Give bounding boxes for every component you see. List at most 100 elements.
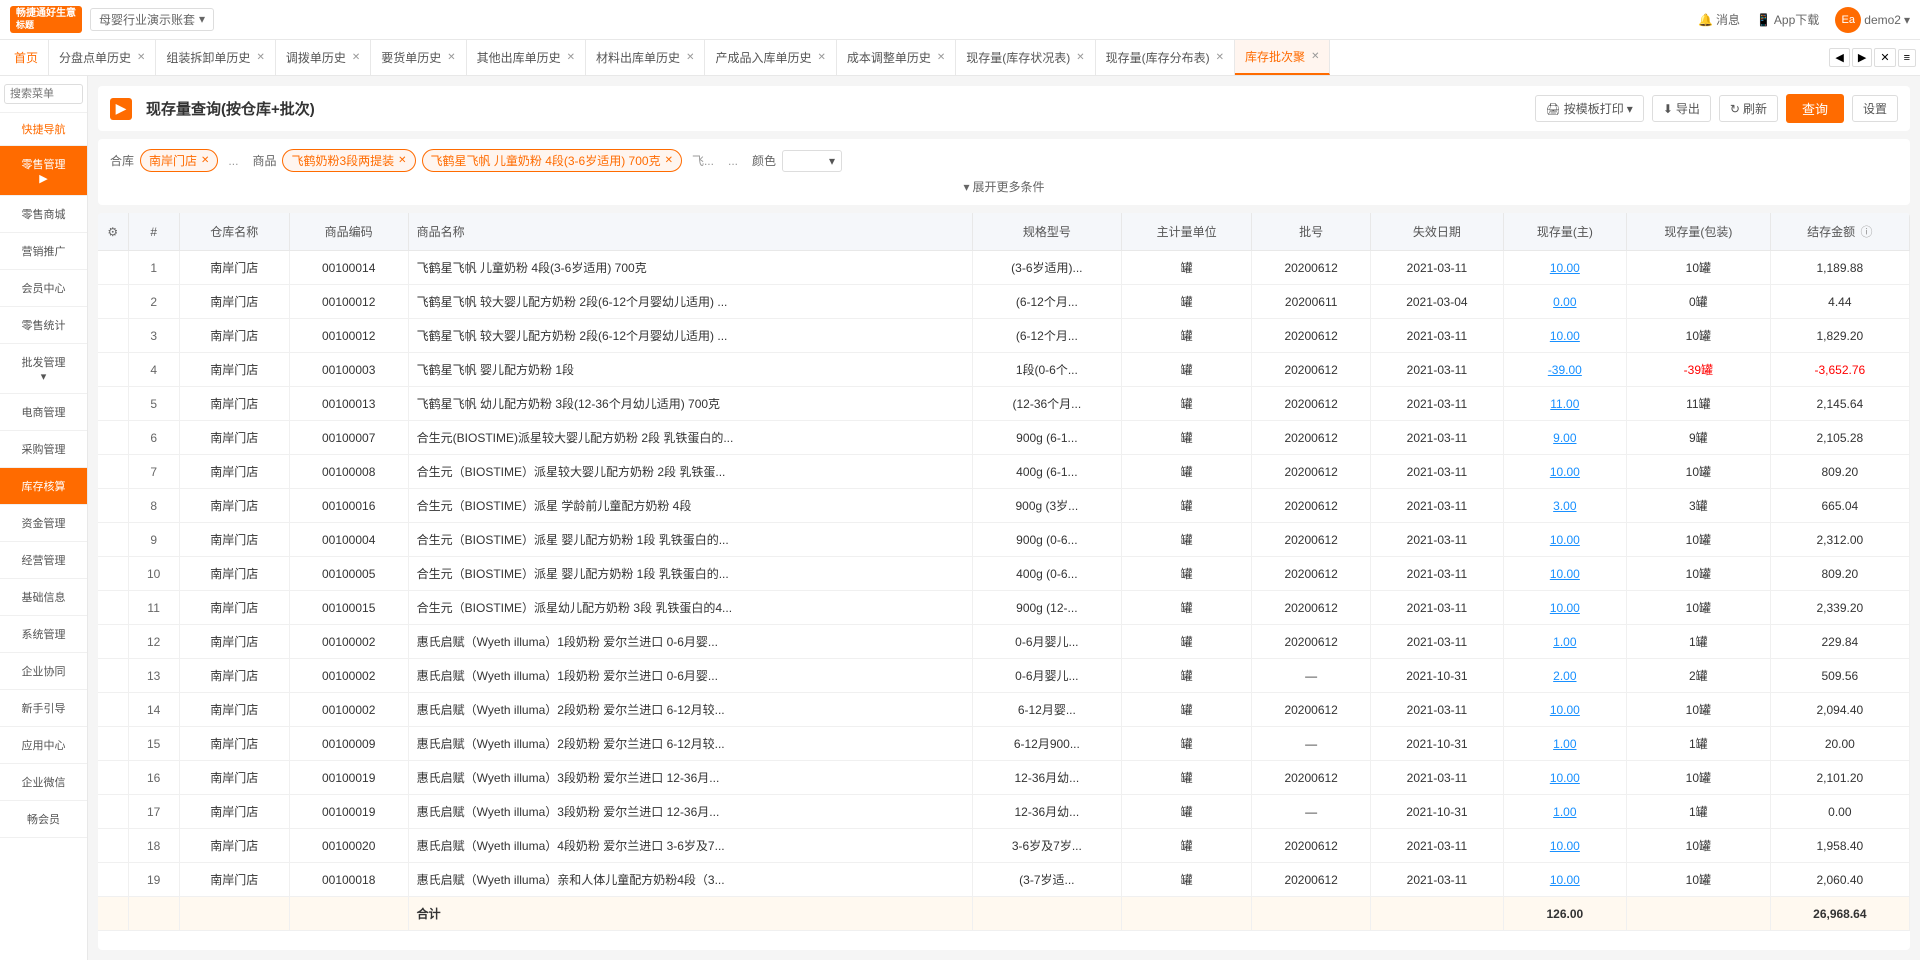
table-row: 4 南岸门店 00100003 飞鹤星飞帆 婴儿配方奶粉 1段 1段(0-6个.…: [98, 353, 1910, 387]
row-stock-main[interactable]: 10.00: [1503, 693, 1626, 727]
row-stock-pack: 10罐: [1627, 761, 1771, 795]
product-ellipsis[interactable]: 飞...: [692, 152, 714, 169]
product-more-ellipsis[interactable]: ...: [728, 154, 738, 168]
row-stock-main[interactable]: 3.00: [1503, 489, 1626, 523]
sidebar-item-guide[interactable]: 新手引导: [0, 690, 87, 727]
tab-stock-dist[interactable]: 现存量(库存分布表) ✕: [1096, 40, 1235, 75]
row-stock-main[interactable]: 0.00: [1503, 285, 1626, 319]
sidebar-item-inventory[interactable]: 库存核算: [0, 468, 87, 505]
row-stock-main[interactable]: 1.00: [1503, 625, 1626, 659]
remove-warehouse-tag[interactable]: ✕: [201, 155, 209, 166]
expand-more-btn[interactable]: ▾ 展开更多条件: [963, 178, 1044, 195]
tab-pick[interactable]: 调拨单历史 ✕: [276, 40, 371, 75]
sidebar-item-system[interactable]: 系统管理: [0, 616, 87, 653]
tab-close-icon[interactable]: ✕: [686, 52, 694, 63]
remove-product-tag-1[interactable]: ✕: [398, 155, 406, 166]
tab-split[interactable]: 分盘点单历史 ✕: [49, 40, 156, 75]
row-stock-main[interactable]: 9.00: [1503, 421, 1626, 455]
row-settings: [98, 523, 128, 557]
chevron-down-icon: ▾: [1627, 102, 1633, 116]
tab-close-icon[interactable]: ✕: [1076, 52, 1084, 63]
tab-product-in[interactable]: 产成品入库单历史 ✕: [705, 40, 836, 75]
warehouse-ellipsis[interactable]: ...: [228, 154, 238, 168]
tab-stock-status[interactable]: 现存量(库存状况表) ✕: [956, 40, 1095, 75]
row-stock-main[interactable]: 10.00: [1503, 319, 1626, 353]
tab-close-icon[interactable]: ✕: [1216, 52, 1224, 63]
search-input[interactable]: [4, 84, 83, 104]
tab-prev-btn[interactable]: ◀: [1829, 48, 1849, 67]
col-settings[interactable]: ⚙: [98, 213, 128, 251]
row-stock-main[interactable]: 1.00: [1503, 727, 1626, 761]
tab-close-icon[interactable]: ✕: [447, 52, 455, 63]
row-stock-main[interactable]: -39.00: [1503, 353, 1626, 387]
row-warehouse: 南岸门店: [179, 455, 289, 489]
row-index: 11: [128, 591, 179, 625]
tab-close-icon[interactable]: ✕: [256, 52, 264, 63]
tab-home[interactable]: 首页: [4, 40, 49, 75]
sidebar-item-vip[interactable]: 畅会员: [0, 801, 87, 838]
tab-batch[interactable]: 库存批次聚 ✕: [1235, 40, 1330, 75]
tab-close-icon[interactable]: ✕: [1311, 51, 1319, 62]
sidebar-item-ecommerce[interactable]: 电商管理: [0, 394, 87, 431]
quick-nav[interactable]: 快捷导航: [0, 113, 87, 146]
col-balance: 结存金额 ⓘ: [1770, 213, 1909, 251]
sidebar-item-purchase[interactable]: 采购管理: [0, 431, 87, 468]
tab-close-icon[interactable]: ✕: [137, 52, 145, 63]
sidebar-item-enterprise[interactable]: 企业协同: [0, 653, 87, 690]
export-btn[interactable]: ⬇ 导出: [1652, 95, 1711, 122]
tab-close-all-btn[interactable]: ✕: [1874, 48, 1895, 67]
sidebar-item-retail-stats[interactable]: 零售统计: [0, 307, 87, 344]
col-stock-main: 现存量(主): [1503, 213, 1626, 251]
row-stock-main[interactable]: 10.00: [1503, 455, 1626, 489]
org-selector[interactable]: 母婴行业演示账套 ▾: [90, 8, 214, 31]
sidebar-item-apps[interactable]: 应用中心: [0, 727, 87, 764]
refresh-btn[interactable]: ↻ 刷新: [1719, 95, 1778, 122]
tab-next-btn[interactable]: ▶: [1852, 48, 1872, 67]
tab-material-out[interactable]: 材料出库单历史 ✕: [586, 40, 705, 75]
tab-cost-adjust[interactable]: 成本调整单历史 ✕: [837, 40, 956, 75]
sidebar-item-business[interactable]: 经营管理: [0, 542, 87, 579]
row-stock-main[interactable]: 2.00: [1503, 659, 1626, 693]
sidebar-item-corp-wechat[interactable]: 企业微信: [0, 764, 87, 801]
row-code: 00100013: [289, 387, 408, 421]
settings-btn[interactable]: 设置: [1852, 95, 1898, 122]
sidebar-item-member[interactable]: 会员中心: [0, 270, 87, 307]
expand-sidebar-btn[interactable]: ▶: [110, 98, 132, 120]
row-stock-main[interactable]: 10.00: [1503, 863, 1626, 897]
row-stock-main[interactable]: 11.00: [1503, 387, 1626, 421]
tab-borrow[interactable]: 要货单历史 ✕: [371, 40, 466, 75]
product-tag-2[interactable]: 飞鹤星飞帆 儿童奶粉 4段(3-6岁适用) 700克 ✕: [422, 149, 682, 172]
tab-menu-btn[interactable]: ≡: [1898, 49, 1916, 67]
row-stock-main[interactable]: 10.00: [1503, 523, 1626, 557]
print-btn[interactable]: 🖨 按模板打印 ▾: [1535, 95, 1644, 122]
balance-info-icon[interactable]: ⓘ: [1861, 225, 1873, 239]
row-name: 飞鹤星飞帆 儿童奶粉 4段(3-6岁适用) 700克: [408, 251, 972, 285]
user-menu[interactable]: Ea demo2 ▾: [1835, 7, 1910, 33]
tab-close-icon[interactable]: ✕: [937, 52, 945, 63]
remove-product-tag-2[interactable]: ✕: [665, 155, 673, 166]
row-stock-main[interactable]: 1.00: [1503, 795, 1626, 829]
tab-close-icon[interactable]: ✕: [817, 52, 825, 63]
sidebar-item-finance[interactable]: 资金管理: [0, 505, 87, 542]
row-stock-main[interactable]: 10.00: [1503, 557, 1626, 591]
row-stock-main[interactable]: 10.00: [1503, 829, 1626, 863]
tab-close-icon[interactable]: ✕: [352, 52, 360, 63]
tab-close-icon[interactable]: ✕: [567, 52, 575, 63]
sidebar-item-retail-shop[interactable]: 零售商城: [0, 196, 87, 233]
warehouse-tag-nanan[interactable]: 南岸门店 ✕: [140, 149, 218, 172]
sidebar-item-wholesale[interactable]: 批发管理 ▾: [0, 344, 87, 394]
row-stock-main[interactable]: 10.00: [1503, 251, 1626, 285]
inventory-table: ⚙ # 仓库名称 商品编码 商品名称 规格型号 主计量单位 批号 失效日期 现存…: [98, 213, 1910, 931]
query-btn[interactable]: 查询: [1786, 94, 1844, 123]
tab-other-out[interactable]: 其他出库单历史 ✕: [467, 40, 586, 75]
row-stock-main[interactable]: 10.00: [1503, 591, 1626, 625]
product-tag-1[interactable]: 飞鹤奶粉3段两提装 ✕: [282, 149, 415, 172]
sidebar-item-retail-mgmt[interactable]: 零售管理 ▶: [0, 146, 87, 196]
sidebar-item-basic[interactable]: 基础信息: [0, 579, 87, 616]
sidebar-item-marketing[interactable]: 营销推广: [0, 233, 87, 270]
app-download-btn[interactable]: 📱 App下载: [1756, 11, 1819, 28]
messages-btn[interactable]: 🔔 消息: [1698, 11, 1740, 28]
color-dropdown[interactable]: ▾: [782, 150, 842, 172]
row-stock-main[interactable]: 10.00: [1503, 761, 1626, 795]
tab-dismantle[interactable]: 组装拆卸单历史 ✕: [156, 40, 275, 75]
